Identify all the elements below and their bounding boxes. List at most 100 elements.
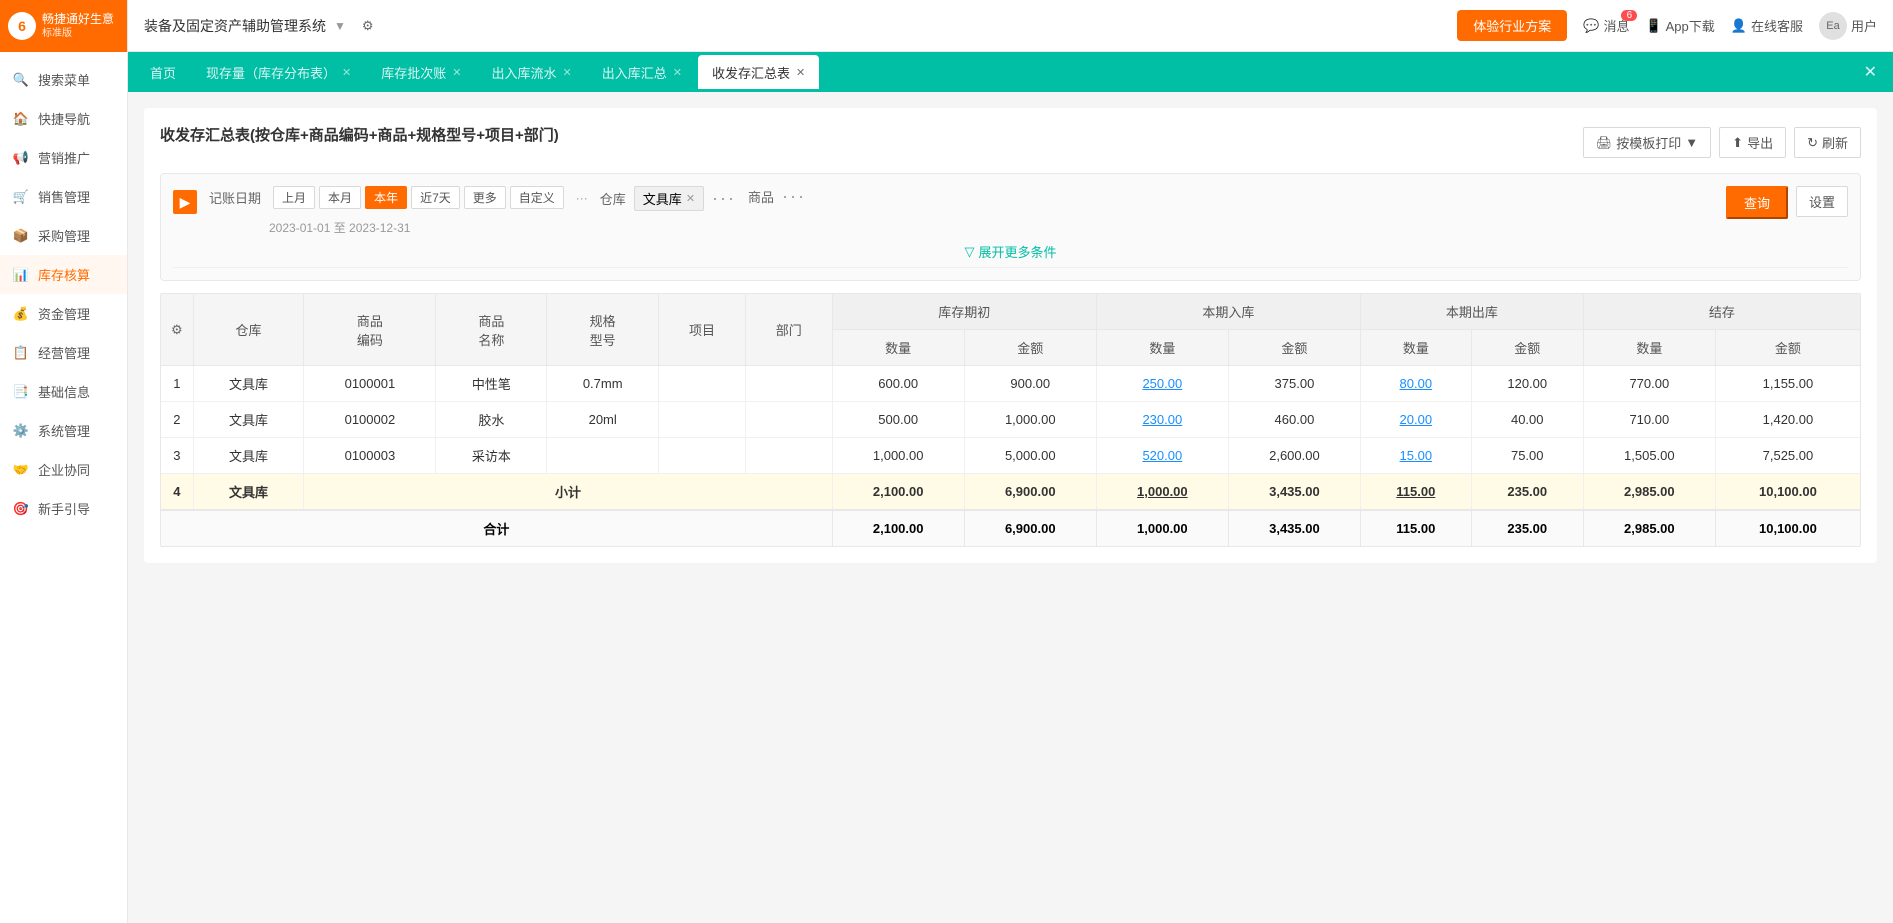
- date-option-近7天[interactable]: 近7天: [411, 186, 460, 209]
- tab-label: 首页: [150, 63, 176, 82]
- header-left: 装备及固定资产辅助管理系统 ▼ ⚙: [144, 16, 374, 36]
- col-in-qty: 数量: [1096, 330, 1228, 366]
- row-out-qty[interactable]: 80.00: [1360, 366, 1471, 402]
- sidebar-item-finance[interactable]: 💰 资金管理: [0, 294, 127, 333]
- subtotal-out-qty: 115.00: [1360, 474, 1471, 511]
- date-option-本月[interactable]: 本月: [319, 186, 361, 209]
- print-button[interactable]: 🖨 按模板打印 ▼: [1583, 127, 1711, 158]
- tab-出入库汇总[interactable]: 出入库汇总 ✕: [588, 55, 696, 89]
- row-out-qty[interactable]: 20.00: [1360, 402, 1471, 438]
- row-out-amt: 120.00: [1471, 366, 1583, 402]
- sidebar-item-basic[interactable]: 📑 基础信息: [0, 372, 127, 411]
- table-row: 2 文具库 0100002 胶水 20ml 500.00 1,000.00 23…: [161, 402, 1860, 438]
- query-button[interactable]: 查询: [1726, 186, 1788, 219]
- date-label: 记账日期: [209, 188, 261, 207]
- row-no: 2: [161, 402, 193, 438]
- warehouse-label: 仓库: [600, 189, 626, 208]
- sidebar-label-operations: 经营管理: [38, 343, 90, 362]
- tab-库存批次账[interactable]: 库存批次账 ✕: [367, 55, 475, 89]
- tab-close-icon[interactable]: ✕: [673, 66, 682, 79]
- row-in-qty[interactable]: 250.00: [1096, 366, 1228, 402]
- online-service-action[interactable]: 👤 在线客服: [1731, 16, 1803, 35]
- tab-close-icon[interactable]: ✕: [342, 66, 351, 79]
- row-out-amt: 40.00: [1471, 402, 1583, 438]
- expand-row: ▽ 展开更多条件: [173, 236, 1848, 268]
- warehouse-tag-close[interactable]: ✕: [686, 192, 695, 205]
- date-range: 2023-01-01 至 2023-12-31: [269, 219, 588, 236]
- sidebar-item-operations[interactable]: 📋 经营管理: [0, 333, 127, 372]
- sidebar-item-quicknav[interactable]: 🏠 快捷导航: [0, 99, 127, 138]
- sidebar-item-search[interactable]: 🔍 搜索菜单: [0, 60, 127, 99]
- row-dept: [745, 438, 832, 474]
- goods-more[interactable]: ···: [782, 186, 806, 207]
- date-option-本年[interactable]: 本年: [365, 186, 407, 209]
- sidebar-item-inventory[interactable]: 📊 库存核算: [0, 255, 127, 294]
- try-button[interactable]: 体验行业方案: [1457, 10, 1567, 41]
- filter-section-goods: 商品 ···: [748, 186, 806, 207]
- tab-label: 出入库汇总: [602, 63, 667, 82]
- row-no: 1: [161, 366, 193, 402]
- date-option-更多[interactable]: 更多: [464, 186, 506, 209]
- tab-出入库流水[interactable]: 出入库流水 ✕: [477, 55, 585, 89]
- sidebar-item-system[interactable]: ⚙️ 系统管理: [0, 411, 127, 450]
- filter-settings-button[interactable]: 设置: [1796, 186, 1848, 217]
- sidebar-item-guide[interactable]: 🎯 新手引导: [0, 489, 127, 528]
- col-header-warehouse: 仓库: [193, 294, 304, 366]
- row-init-amt: 1,000.00: [964, 402, 1096, 438]
- settings-gear-icon[interactable]: ⚙: [362, 18, 374, 34]
- row-name: 中性笔: [436, 366, 547, 402]
- sidebar-item-collab[interactable]: 🤝 企业协同: [0, 450, 127, 489]
- row-project: [659, 402, 746, 438]
- tab-close-icon[interactable]: ✕: [796, 66, 805, 79]
- row-in-amt: 375.00: [1228, 366, 1360, 402]
- app-download-action[interactable]: 📱 App下载: [1645, 16, 1714, 35]
- system-dropdown-icon[interactable]: ▼: [334, 19, 346, 33]
- sidebar-label-sales: 销售管理: [38, 187, 90, 206]
- col-header-name: 商品名称: [436, 294, 547, 366]
- subtotal-bal-amt: 10,100.00: [1715, 474, 1860, 511]
- row-in-amt: 460.00: [1228, 402, 1360, 438]
- sidebar-item-marketing[interactable]: 📢 营销推广: [0, 138, 127, 177]
- more-options-icon: ···: [576, 191, 588, 205]
- sidebar-icon-marketing: 📢: [12, 149, 30, 167]
- service-icon: 👤: [1731, 18, 1747, 34]
- date-option-自定义[interactable]: 自定义: [510, 186, 564, 209]
- tab-bar-close-button[interactable]: ✕: [1856, 62, 1885, 82]
- total-init-amt: 6,900.00: [964, 510, 1096, 546]
- row-in-qty[interactable]: 230.00: [1096, 402, 1228, 438]
- col-bal-amt: 金额: [1715, 330, 1860, 366]
- message-action[interactable]: 💬 消息 6: [1583, 16, 1629, 35]
- warehouse-more[interactable]: ···: [712, 188, 736, 209]
- date-option-上月[interactable]: 上月: [273, 186, 315, 209]
- sidebar-label-quicknav: 快捷导航: [38, 109, 90, 128]
- filter-section-warehouse: 仓库 文具库 ✕ ···: [600, 186, 736, 211]
- sidebar-icon-guide: 🎯: [12, 500, 30, 518]
- tab-现存量（库存分布表）[interactable]: 现存量（库存分布表） ✕: [192, 55, 365, 89]
- row-spec: 20ml: [547, 402, 659, 438]
- sidebar-item-sales[interactable]: 🛒 销售管理: [0, 177, 127, 216]
- tab-收发存汇总表[interactable]: 收发存汇总表 ✕: [698, 55, 819, 89]
- subtotal-no: 4: [161, 474, 193, 511]
- sidebar-label-purchase: 采购管理: [38, 226, 90, 245]
- sidebar-icon-purchase: 📦: [12, 227, 30, 245]
- expand-button[interactable]: ▽ 展开更多条件: [964, 242, 1056, 261]
- refresh-button[interactable]: ↻ 刷新: [1794, 127, 1861, 158]
- main-area: 装备及固定资产辅助管理系统 ▼ ⚙ 体验行业方案 💬 消息 6 📱 App下载 …: [128, 0, 1893, 923]
- col-out-amt: 金额: [1471, 330, 1583, 366]
- row-out-qty[interactable]: 15.00: [1360, 438, 1471, 474]
- filter-right: 查询 设置: [1726, 186, 1848, 219]
- filter-left: ▶ 记账日期 上月本月本年近7天更多自定义 ··· 2023-01-01 至 2…: [173, 186, 1726, 236]
- row-init-amt: 5,000.00: [964, 438, 1096, 474]
- table-gear-icon[interactable]: ⚙: [171, 322, 183, 337]
- row-in-qty[interactable]: 520.00: [1096, 438, 1228, 474]
- user-action[interactable]: Ea 用户: [1819, 12, 1877, 40]
- filter-toggle-button[interactable]: ▶: [173, 190, 197, 214]
- export-label: 导出: [1747, 133, 1773, 152]
- header-right: 体验行业方案 💬 消息 6 📱 App下载 👤 在线客服 Ea 用户: [1457, 10, 1877, 41]
- sidebar-item-purchase[interactable]: 📦 采购管理: [0, 216, 127, 255]
- tab-close-icon[interactable]: ✕: [452, 66, 461, 79]
- page-title: 收发存汇总表(按仓库+商品编码+商品+规格型号+项目+部门): [160, 124, 559, 145]
- export-button[interactable]: ⬆ 导出: [1719, 127, 1786, 158]
- tab-首页[interactable]: 首页: [136, 55, 190, 89]
- tab-close-icon[interactable]: ✕: [563, 66, 572, 79]
